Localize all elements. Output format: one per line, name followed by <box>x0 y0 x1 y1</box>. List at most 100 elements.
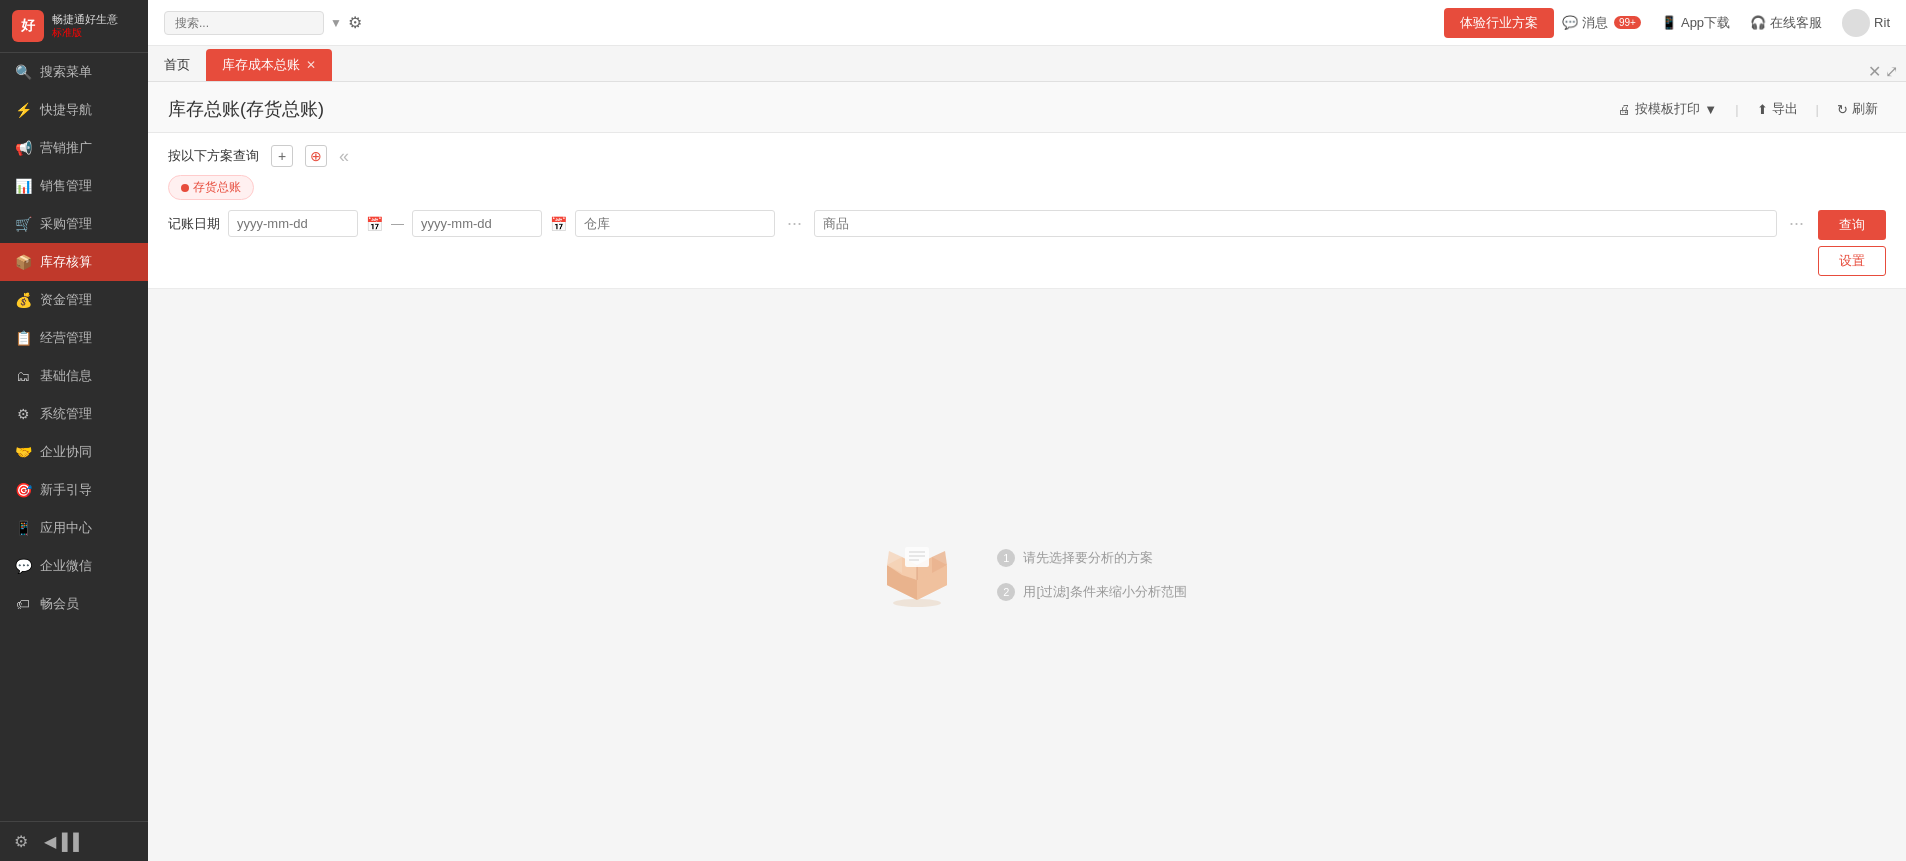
newguide-icon: 🎯 <box>14 481 32 499</box>
sidebar-item-marketing[interactable]: 📢 营销推广 <box>0 129 148 167</box>
wechat-icon: 💬 <box>14 557 32 575</box>
print-template-label: 按模板打印 <box>1635 100 1700 118</box>
user-profile[interactable]: Rit <box>1842 9 1890 37</box>
filter-area: 按以下方案查询 + ⊕ « 存货总账 记账日期 📅 — <box>148 133 1906 289</box>
calendar-start-icon[interactable]: 📅 <box>366 216 383 232</box>
topbar-dropdown-arrow-icon[interactable]: ▼ <box>330 16 342 30</box>
panel-close-button[interactable]: ✕ <box>1868 62 1881 81</box>
refresh-btn[interactable]: ↻ 刷新 <box>1829 96 1886 122</box>
sidebar-item-label: 新手引导 <box>40 481 92 499</box>
empty-illustration <box>867 525 967 625</box>
online-service-item[interactable]: 🎧 在线客服 <box>1750 14 1822 32</box>
messages-item[interactable]: 💬 消息 99+ <box>1562 14 1641 32</box>
warehouse-more-icon[interactable]: ··· <box>783 213 806 234</box>
empty-box-svg <box>867 525 967 625</box>
topbar-gear-icon[interactable]: ⚙ <box>348 13 362 32</box>
sidebar-item-wechat[interactable]: 💬 企业微信 <box>0 547 148 585</box>
topbar-right: 💬 消息 99+ 📱 App下载 🎧 在线客服 Rit <box>1562 9 1890 37</box>
sidebar-logo: 好 畅捷通好生意 标准版 <box>0 0 148 53</box>
sidebar-item-operations[interactable]: 📋 经营管理 <box>0 319 148 357</box>
product-input[interactable] <box>814 210 1777 237</box>
tab-inventory-ledger[interactable]: 库存成本总账 ✕ <box>206 49 332 81</box>
app-download-item[interactable]: 📱 App下载 <box>1661 14 1730 32</box>
sidebar-item-member[interactable]: 🏷 畅会员 <box>0 585 148 623</box>
refresh-label: 刷新 <box>1852 100 1878 118</box>
message-icon: 💬 <box>1562 15 1578 30</box>
date-field-label: 记账日期 <box>168 215 220 233</box>
sidebar-item-finance[interactable]: 💰 资金管理 <box>0 281 148 319</box>
date-start-input[interactable] <box>228 210 358 237</box>
scheme-tag-inventory[interactable]: 存货总账 <box>168 175 254 200</box>
settings-button[interactable]: 设置 <box>1818 246 1886 276</box>
purchase-icon: 🛒 <box>14 215 32 233</box>
print-dropdown-icon[interactable]: ▼ <box>1704 102 1717 117</box>
tip-text-1: 请先选择要分析的方案 <box>1023 545 1153 571</box>
logo-title: 畅捷通好生意 <box>52 12 118 26</box>
sidebar-item-search[interactable]: 🔍 搜索菜单 <box>0 53 148 91</box>
sidebar-item-label: 采购管理 <box>40 215 92 233</box>
system-icon: ⚙ <box>14 405 32 423</box>
sidebar-item-label: 企业协同 <box>40 443 92 461</box>
audio-bottom-icon[interactable]: ◀▐▐ <box>44 832 79 851</box>
sidebar-item-appcenter[interactable]: 📱 应用中心 <box>0 509 148 547</box>
topbar: ▼ ⚙ 体验行业方案 💬 消息 99+ 📱 App下载 🎧 在线客服 Rit <box>148 0 1906 46</box>
sidebar-item-quicknav[interactable]: ⚡ 快捷导航 <box>0 91 148 129</box>
sidebar-item-newguide[interactable]: 🎯 新手引导 <box>0 471 148 509</box>
page-actions: 🖨 按模板打印 ▼ | ⬆ 导出 | ↻ 刷新 <box>1610 96 1886 122</box>
tip-item-2: 2 用[过滤]条件来缩小分析范围 <box>997 579 1186 605</box>
query-button[interactable]: 查询 <box>1818 210 1886 240</box>
filter-left-arrow[interactable]: « <box>339 146 349 167</box>
filter-label: 按以下方案查询 <box>168 147 259 165</box>
tip-num-2: 2 <box>997 583 1015 601</box>
basic-icon: 🗂 <box>14 367 32 385</box>
date-end-input[interactable] <box>412 210 542 237</box>
export-btn[interactable]: ⬆ 导出 <box>1749 96 1806 122</box>
tab-home[interactable]: 首页 <box>148 49 206 81</box>
logo-icon: 好 <box>12 10 44 42</box>
marketing-icon: 📢 <box>14 139 32 157</box>
industry-btn[interactable]: 体验行业方案 <box>1444 8 1554 38</box>
sidebar-item-label: 经营管理 <box>40 329 92 347</box>
sidebar-item-sales[interactable]: 📊 销售管理 <box>0 167 148 205</box>
sales-icon: 📊 <box>14 177 32 195</box>
sidebar-item-label: 营销推广 <box>40 139 92 157</box>
panel-expand-button[interactable]: ⤢ <box>1885 62 1898 81</box>
sidebar-item-enterprise[interactable]: 🤝 企业协同 <box>0 433 148 471</box>
sidebar-item-label: 系统管理 <box>40 405 92 423</box>
product-more-icon[interactable]: ··· <box>1785 213 1808 234</box>
calendar-end-icon[interactable]: 📅 <box>550 216 567 232</box>
print-icon: 🖨 <box>1618 102 1631 117</box>
topbar-search-input[interactable] <box>164 11 324 35</box>
sidebar-item-label: 企业微信 <box>40 557 92 575</box>
content-area: 1 请先选择要分析的方案 2 用[过滤]条件来缩小分析范围 <box>148 289 1906 861</box>
sidebar-item-label: 应用中心 <box>40 519 92 537</box>
sidebar-item-system[interactable]: ⚙ 系统管理 <box>0 395 148 433</box>
tab-home-label: 首页 <box>164 56 190 74</box>
tab-close-icon[interactable]: ✕ <box>306 58 316 72</box>
page-area: 库存总账(存货总账) 🖨 按模板打印 ▼ | ⬆ 导出 | ↻ 刷新 <box>148 82 1906 861</box>
sidebar-item-inventory[interactable]: 📦 库存核算 <box>0 243 148 281</box>
filter-add-button[interactable]: + <box>271 145 293 167</box>
inventory-icon: 📦 <box>14 253 32 271</box>
empty-state: 1 请先选择要分析的方案 2 用[过滤]条件来缩小分析范围 <box>867 525 1186 625</box>
refresh-icon: ↻ <box>1837 102 1848 117</box>
action-divider-2: | <box>1816 102 1819 117</box>
query-btn-group: 查询 设置 <box>1818 210 1886 276</box>
scheme-tag-label: 存货总账 <box>193 179 241 196</box>
app-download-label: App下载 <box>1681 14 1730 32</box>
sidebar-item-basic[interactable]: 🗂 基础信息 <box>0 357 148 395</box>
app-download-icon: 📱 <box>1661 15 1677 30</box>
print-template-btn[interactable]: 🖨 按模板打印 ▼ <box>1610 96 1725 122</box>
sidebar-item-label: 快捷导航 <box>40 101 92 119</box>
filter-collapse-button[interactable]: ⊕ <box>305 145 327 167</box>
settings-bottom-icon[interactable]: ⚙ <box>14 832 28 851</box>
messages-badge: 99+ <box>1614 16 1641 29</box>
empty-tips: 1 请先选择要分析的方案 2 用[过滤]条件来缩小分析范围 <box>997 545 1186 605</box>
logo-subtitle: 标准版 <box>52 26 118 40</box>
operations-icon: 📋 <box>14 329 32 347</box>
sidebar-item-purchase[interactable]: 🛒 采购管理 <box>0 205 148 243</box>
member-icon: 🏷 <box>14 595 32 613</box>
warehouse-input[interactable] <box>575 210 775 237</box>
filter-scheme-area: 存货总账 <box>168 175 1886 200</box>
search-icon: 🔍 <box>14 63 32 81</box>
